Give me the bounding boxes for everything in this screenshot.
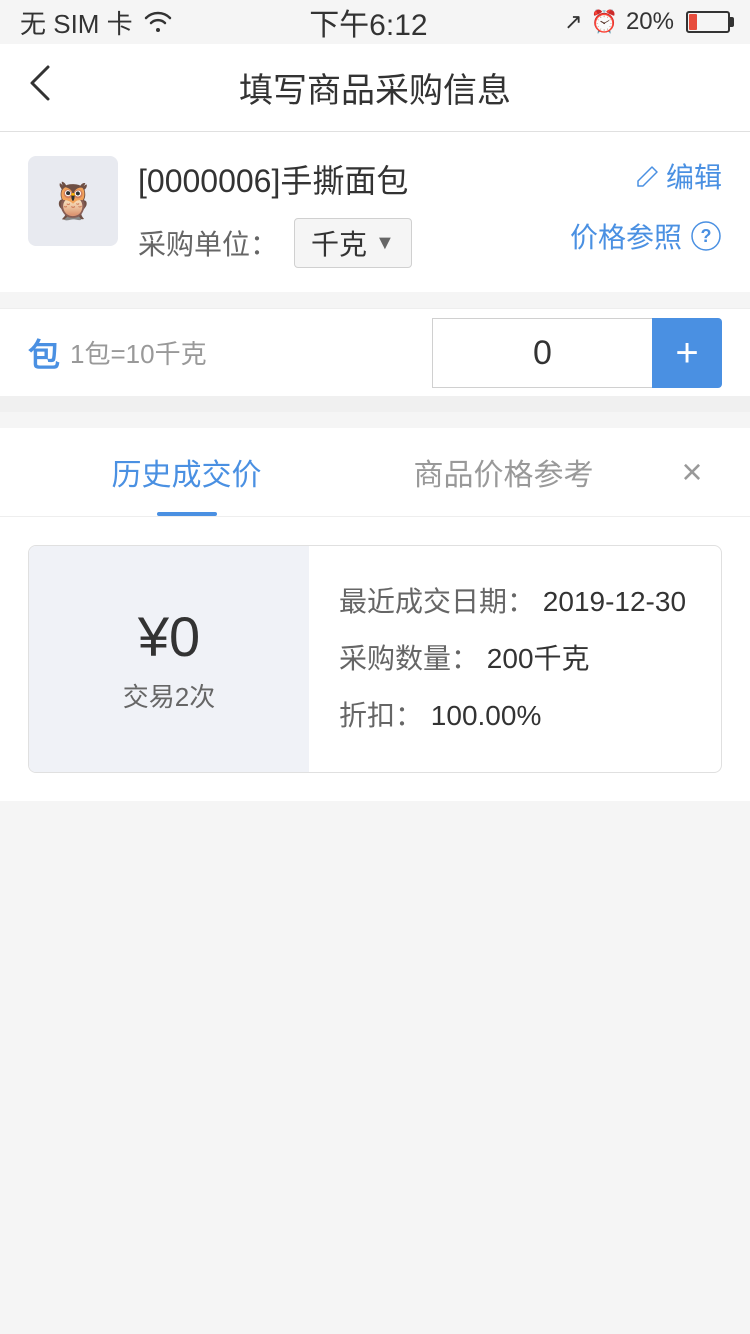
edit-button[interactable]: 编辑 xyxy=(636,156,722,196)
price-ref-button[interactable]: 价格参照 ? xyxy=(570,216,722,256)
price-card: ¥0 交易2次 最近成交日期： 2019-12-30 采购数量： 200千克 折… xyxy=(28,545,722,773)
product-logo: 🦉 xyxy=(28,156,118,246)
date-row: 最近成交日期： 2019-12-30 xyxy=(339,582,691,621)
product-info: 🦉 [0000006]手撕面包 采购单位： 千克 ▼ xyxy=(28,156,550,268)
logo-icon: 🦉 xyxy=(51,180,96,222)
quantity-plus-button[interactable]: + xyxy=(652,318,722,388)
tab-bar: 历史成交价 商品价格参考 × xyxy=(0,428,750,517)
wifi-icon xyxy=(143,10,173,34)
discount-value: 100.00% xyxy=(431,700,542,731)
tab-section: 历史成交价 商品价格参考 × ¥0 交易2次 最近成交日期： 2019-12-3… xyxy=(0,428,750,801)
help-icon: ? xyxy=(690,220,722,252)
tab-history-price[interactable]: 历史成交价 xyxy=(28,428,345,516)
back-button[interactable] xyxy=(28,63,52,113)
page-title: 填写商品采购信息 xyxy=(239,63,511,112)
tab-close-button[interactable]: × xyxy=(662,428,722,516)
quantity-input[interactable] xyxy=(432,318,652,388)
quantity-detail-label: 采购数量： xyxy=(339,643,479,674)
alarm-icon: ⏰ xyxy=(591,9,618,35)
carrier-text: 无 SIM 卡 xyxy=(20,4,133,41)
battery-icon xyxy=(686,11,730,33)
date-label: 最近成交日期： xyxy=(339,586,535,617)
time-display: 下午6:12 xyxy=(309,0,427,44)
trade-count: 交易2次 xyxy=(123,677,215,714)
unit-dropdown-arrow: ▼ xyxy=(375,232,395,255)
location-icon: ↗ xyxy=(564,9,582,35)
quantity-row: 包 1包=10千克 + xyxy=(0,308,750,396)
price-value: ¥0 xyxy=(138,604,200,669)
date-value: 2019-12-30 xyxy=(543,586,686,617)
unit-label: 采购单位： xyxy=(138,223,278,263)
product-name: [0000006]手撕面包 xyxy=(138,156,550,202)
quantity-controls: + xyxy=(432,318,722,388)
battery-percent: 20% xyxy=(626,8,674,36)
discount-row: 折扣： 100.00% xyxy=(339,696,691,735)
quantity-label: 包 1包=10千克 xyxy=(28,330,207,376)
edit-icon xyxy=(636,164,660,188)
discount-label: 折扣： xyxy=(339,700,423,731)
quantity-detail-row: 采购数量： 200千克 xyxy=(339,639,691,678)
price-right: 最近成交日期： 2019-12-30 采购数量： 200千克 折扣： 100.0… xyxy=(309,546,721,772)
unit-select[interactable]: 千克 ▼ xyxy=(294,218,412,268)
tab-product-price-ref[interactable]: 商品价格参考 xyxy=(345,428,662,516)
status-bar: 无 SIM 卡 下午6:12 ↗ ⏰ 20% xyxy=(0,0,750,44)
status-right: ↗ ⏰ 20% xyxy=(564,8,730,36)
quantity-detail-value: 200千克 xyxy=(487,643,590,674)
unit-icon: 包 xyxy=(28,330,60,376)
svg-text:?: ? xyxy=(701,226,712,246)
nav-bar: 填写商品采购信息 xyxy=(0,44,750,132)
separator xyxy=(0,396,750,412)
plus-icon: + xyxy=(675,333,698,373)
history-content: ¥0 交易2次 最近成交日期： 2019-12-30 采购数量： 200千克 折… xyxy=(0,517,750,801)
unit-value: 千克 xyxy=(311,223,367,263)
status-left: 无 SIM 卡 xyxy=(20,4,173,41)
product-card: 🦉 [0000006]手撕面包 采购单位： 千克 ▼ 编辑 xyxy=(0,132,750,292)
price-left: ¥0 交易2次 xyxy=(29,546,309,772)
product-header: 🦉 [0000006]手撕面包 采购单位： 千克 ▼ 编辑 xyxy=(28,156,722,268)
product-details: [0000006]手撕面包 采购单位： 千克 ▼ xyxy=(138,156,550,268)
product-unit-row: 采购单位： 千克 ▼ xyxy=(138,218,550,268)
unit-hint: 1包=10千克 xyxy=(70,334,207,371)
